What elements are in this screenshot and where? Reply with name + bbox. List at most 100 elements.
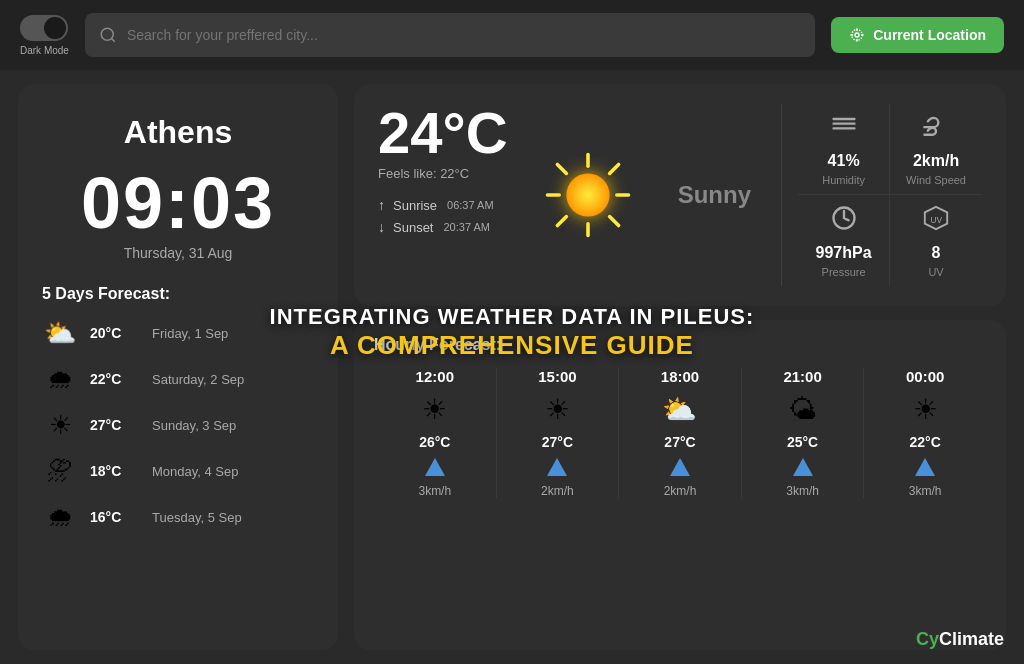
time-display: 09:03 xyxy=(42,167,314,239)
sun-icon xyxy=(543,150,633,240)
forecast-temp: 16°C xyxy=(90,509,140,525)
branding: CyClimate xyxy=(916,629,1004,650)
pressure-stat: 997hPa Pressure xyxy=(798,195,890,286)
humidity-label: Humidity xyxy=(822,174,865,186)
header: Dark Mode Current Location xyxy=(0,0,1024,70)
hourly-weather-icon: ☀ xyxy=(422,393,447,426)
hourly-time: 12:00 xyxy=(416,368,454,385)
weather-main: 24°C Feels like: 22°C ↑ Sunrise 06:37 AM… xyxy=(378,104,508,286)
forecast-list: ⛅ 20°C Friday, 1 Sep 🌧 22°C Saturday, 2 … xyxy=(42,315,314,535)
sunrise-item: ↑ Sunrise 06:37 AM xyxy=(378,197,508,213)
left-panel: Athens 09:03 Thursday, 31 Aug 5 Days For… xyxy=(18,84,338,650)
svg-line-11 xyxy=(557,217,566,226)
humidity-icon xyxy=(830,112,858,146)
humidity-value: 41% xyxy=(828,152,860,170)
forecast-date: Sunday, 3 Sep xyxy=(152,418,236,433)
sun-visual xyxy=(528,104,648,286)
right-panel: 24°C Feels like: 22°C ↑ Sunrise 06:37 AM… xyxy=(354,84,1006,650)
svg-line-9 xyxy=(609,217,618,226)
forecast-item: ☀ 27°C Sunday, 3 Sep xyxy=(42,407,314,443)
wind-speed-label: Wind Speed xyxy=(906,174,966,186)
weather-card: 24°C Feels like: 22°C ↑ Sunrise 06:37 AM… xyxy=(354,84,1006,306)
branding-suffix: Climate xyxy=(939,629,1004,649)
toggle-thumb xyxy=(44,17,66,39)
current-location-label: Current Location xyxy=(873,27,986,43)
hourly-item: 21:00 🌤 25°C 3km/h xyxy=(742,368,865,498)
dark-mode-label: Dark Mode xyxy=(20,45,69,56)
forecast-weather-icon: ☀ xyxy=(42,407,78,443)
wind-speed-stat: 2km/h Wind Speed xyxy=(890,104,982,195)
hourly-item: 12:00 ☀ 26°C 3km/h xyxy=(374,368,497,498)
wind-speed-value: 2km/h xyxy=(913,152,959,170)
hourly-item: 00:00 ☀ 22°C 3km/h xyxy=(864,368,986,498)
dark-mode-toggle[interactable]: Dark Mode xyxy=(20,15,69,56)
hourly-wind: 2km/h xyxy=(664,484,697,498)
temperature: 24°C xyxy=(378,104,508,162)
search-icon xyxy=(99,26,117,44)
hourly-weather-icon: ⛅ xyxy=(662,393,697,426)
hourly-item: 15:00 ☀ 27°C 2km/h xyxy=(497,368,620,498)
svg-line-10 xyxy=(609,164,618,173)
hourly-wind: 3km/h xyxy=(786,484,819,498)
forecast-weather-icon: 🌧 xyxy=(42,361,78,397)
svg-point-0 xyxy=(101,28,113,40)
sunrise-label: Sunrise xyxy=(393,198,437,213)
toggle-track[interactable] xyxy=(20,15,68,41)
forecast-date: Monday, 4 Sep xyxy=(152,464,238,479)
condition-text: Sunny xyxy=(678,181,751,209)
forecast-item: 🌧 16°C Tuesday, 5 Sep xyxy=(42,499,314,535)
pressure-label: Pressure xyxy=(822,266,866,278)
sunset-time: 20:37 AM xyxy=(443,221,489,233)
svg-point-3 xyxy=(852,30,863,41)
sunset-item: ↓ Sunset 20:37 AM xyxy=(378,219,508,235)
uv-icon: UV xyxy=(922,204,950,238)
wind-direction-arrow xyxy=(793,458,813,476)
stats-grid: 41% Humidity 2km/h Wind Speed xyxy=(781,104,982,286)
humidity-stat: 41% Humidity xyxy=(798,104,890,195)
forecast-weather-icon: 🌧 xyxy=(42,499,78,535)
forecast-temp: 27°C xyxy=(90,417,140,433)
svg-text:UV: UV xyxy=(930,214,942,224)
main-content: Athens 09:03 Thursday, 31 Aug 5 Days For… xyxy=(0,70,1024,664)
hourly-temp: 22°C xyxy=(910,434,941,450)
pressure-icon xyxy=(830,204,858,238)
hourly-temp: 25°C xyxy=(787,434,818,450)
city-name: Athens xyxy=(42,114,314,151)
forecast-date: Tuesday, 5 Sep xyxy=(152,510,242,525)
hourly-card: Hourly Forecast: 12:00 ☀ 26°C 3km/h 15:0… xyxy=(354,320,1006,650)
hourly-time: 15:00 xyxy=(538,368,576,385)
wind-direction-arrow xyxy=(670,458,690,476)
forecast-item: 🌧 22°C Saturday, 2 Sep xyxy=(42,361,314,397)
svg-point-2 xyxy=(855,33,859,37)
uv-label: UV xyxy=(928,266,943,278)
forecast-temp: 18°C xyxy=(90,463,140,479)
hourly-title: Hourly Forecast: xyxy=(374,336,986,354)
wind-direction-arrow xyxy=(425,458,445,476)
search-container xyxy=(85,13,815,57)
forecast-title: 5 Days Forecast: xyxy=(42,285,314,303)
hourly-list: 12:00 ☀ 26°C 3km/h 15:00 ☀ 27°C 2km/h 18… xyxy=(374,368,986,498)
hourly-temp: 26°C xyxy=(419,434,450,450)
location-icon xyxy=(849,27,865,43)
forecast-weather-icon: ⛈ xyxy=(42,453,78,489)
sunset-label: Sunset xyxy=(393,220,433,235)
search-input[interactable] xyxy=(127,27,801,43)
hourly-time: 18:00 xyxy=(661,368,699,385)
date-display: Thursday, 31 Aug xyxy=(42,245,314,261)
hourly-weather-icon: ☀ xyxy=(913,393,938,426)
branding-prefix: Cy xyxy=(916,629,939,649)
forecast-date: Saturday, 2 Sep xyxy=(152,372,244,387)
condition-area: Sunny xyxy=(668,104,762,286)
sunset-arrow-icon: ↓ xyxy=(378,219,385,235)
wind-direction-arrow xyxy=(547,458,567,476)
wind-icon xyxy=(922,112,950,146)
uv-stat: UV 8 UV xyxy=(890,195,982,286)
svg-line-1 xyxy=(111,38,114,41)
forecast-temp: 22°C xyxy=(90,371,140,387)
hourly-wind: 3km/h xyxy=(909,484,942,498)
current-location-button[interactable]: Current Location xyxy=(831,17,1004,53)
hourly-wind: 2km/h xyxy=(541,484,574,498)
hourly-weather-icon: ☀ xyxy=(545,393,570,426)
svg-point-12 xyxy=(566,173,609,216)
hourly-time: 00:00 xyxy=(906,368,944,385)
